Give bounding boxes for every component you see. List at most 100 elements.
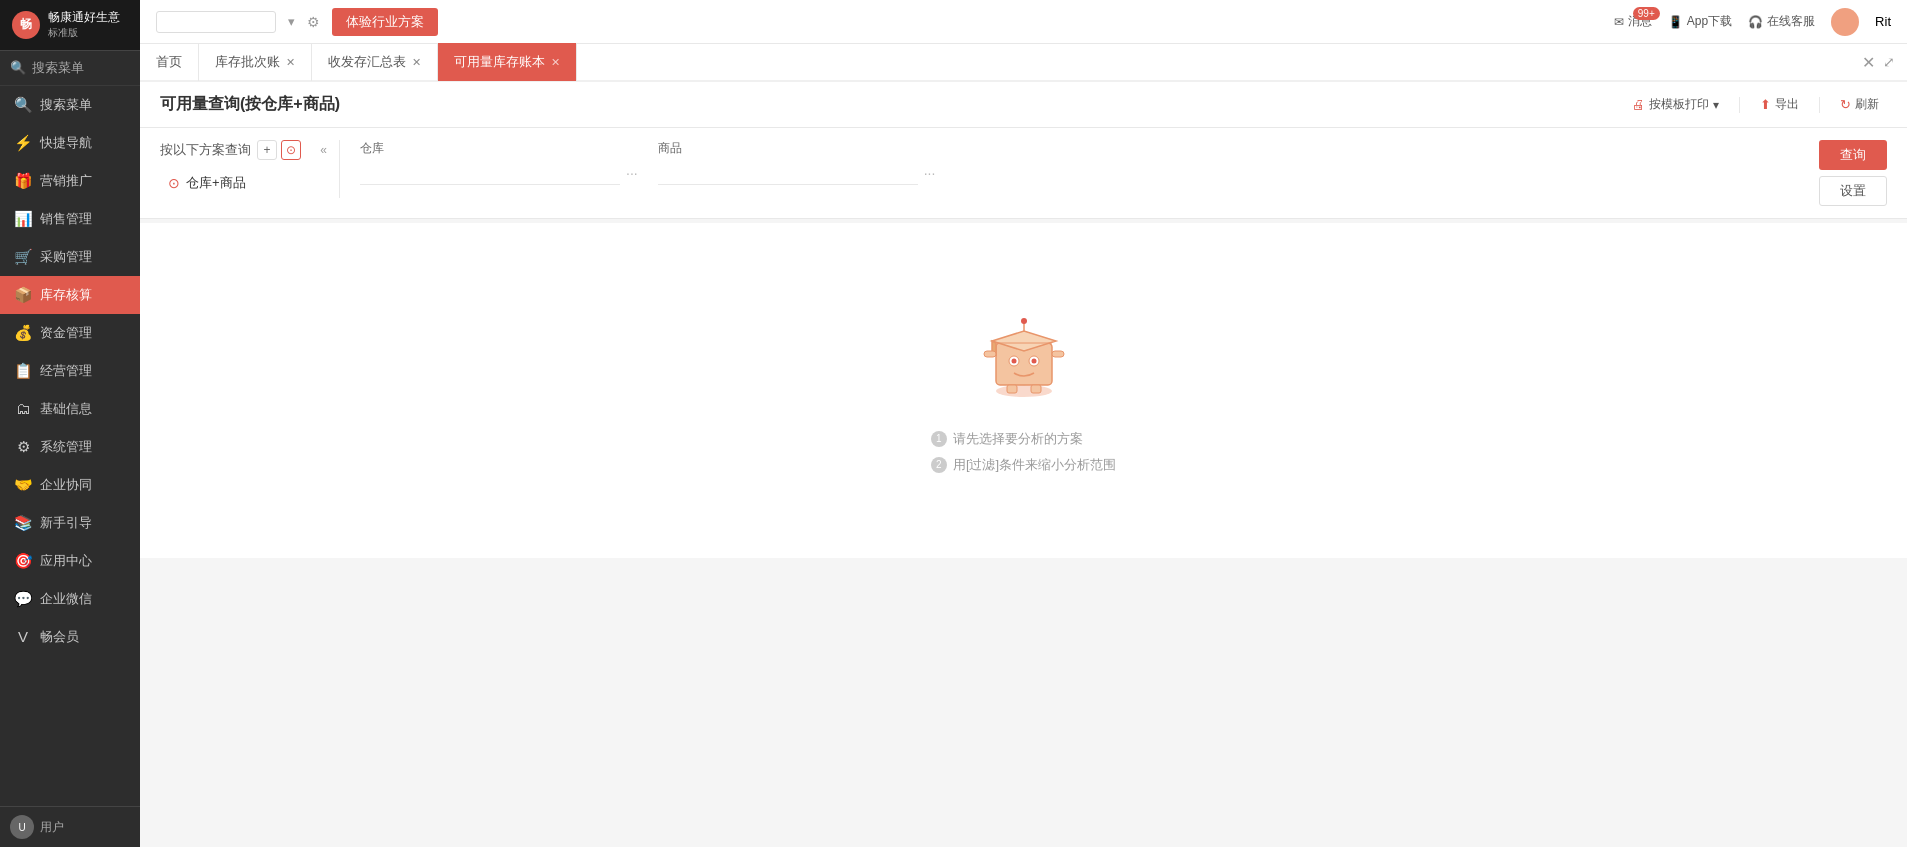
sidebar-item-finance[interactable]: 💰资金管理 (0, 314, 140, 352)
sidebar: 畅 畅康通好生意 标准版 🔍 搜索菜单 🔍搜索菜单⚡快捷导航🎁营销推广📊销售管理… (0, 0, 140, 847)
sidebar-item-label-system: 系统管理 (40, 438, 92, 456)
tab-close-icon-2[interactable]: ✕ (412, 56, 421, 69)
sidebar-header: 畅 畅康通好生意 标准版 (0, 0, 140, 51)
sidebar-item-label-operation: 经营管理 (40, 362, 92, 380)
purchase-icon: 🛒 (14, 248, 32, 266)
chevron-down-icon[interactable]: ▾ (288, 14, 295, 29)
tabs-right: ✕ ⤢ (1862, 53, 1907, 72)
sidebar-item-purchase[interactable]: 🛒采购管理 (0, 238, 140, 276)
print-label: 按模板打印 (1649, 96, 1709, 113)
svg-rect-11 (1007, 385, 1017, 393)
filter-scheme-header: 按以下方案查询 + ⊙ « (160, 140, 327, 160)
svg-point-0 (996, 385, 1052, 397)
gear-icon[interactable]: ⚙ (307, 14, 320, 30)
tab-label-3: 可用量库存账本 (454, 53, 545, 71)
tab-close-icon-1[interactable]: ✕ (286, 56, 295, 69)
svg-rect-10 (1052, 351, 1064, 357)
sidebar-item-basic[interactable]: 🗂 基础信息 (0, 390, 140, 428)
sidebar-item-label-app-center: 应用中心 (40, 552, 92, 570)
message-button[interactable]: ✉ 消息 99+ (1614, 13, 1652, 30)
sidebar-item-wechat[interactable]: 💬 企业微信 (0, 580, 140, 618)
tab-0[interactable]: 首页 (140, 43, 199, 81)
sidebar-item-sales[interactable]: 📊销售管理 (0, 200, 140, 238)
sidebar-item-inventory[interactable]: 📦库存核算 (0, 276, 140, 314)
scheme-item-warehouse-goods[interactable]: ⊙ 仓库+商品 (160, 168, 327, 198)
sidebar-title: 畅康通好生意 (48, 10, 120, 26)
sidebar-bottom: U 用户 (0, 806, 140, 847)
sidebar-item-operation[interactable]: 📋经营管理 (0, 352, 140, 390)
refresh-button[interactable]: ↻ 刷新 (1832, 92, 1887, 117)
wechat-icon: 💬 (14, 590, 32, 608)
tabs-bar: 首页库存批次账✕收发存汇总表✕ 可用量库存账本 ✕ ✕ ⤢ (140, 44, 1907, 82)
sidebar-item-label-newbie: 新手引导 (40, 514, 92, 532)
query-btn-area: 查询 设置 (1799, 140, 1887, 206)
goods-more-icon[interactable]: ··· (924, 165, 936, 181)
basic-icon: 🗂 (14, 400, 32, 417)
empty-state: 1 请先选择要分析的方案 2 用[过滤]条件来缩小分析范围 (140, 223, 1907, 558)
sidebar-item-app-center[interactable]: 🎯应用中心 (0, 542, 140, 580)
service-button[interactable]: 🎧 在线客服 (1748, 13, 1815, 30)
filter-scheme-label: 按以下方案查询 (160, 141, 251, 159)
printer-icon: 🖨 (1632, 97, 1645, 112)
collapse-icon[interactable]: « (320, 143, 327, 157)
tab-1[interactable]: 库存批次账✕ (199, 43, 312, 81)
print-button[interactable]: 🖨 按模板打印 ▾ (1624, 92, 1727, 117)
tip-text-2: 用[过滤]条件来缩小分析范围 (953, 452, 1116, 478)
sidebar-item-search[interactable]: 🔍搜索菜单 (0, 86, 140, 124)
page-title: 可用量查询(按仓库+商品) (160, 94, 340, 115)
sidebar-search[interactable]: 🔍 搜索菜单 (0, 51, 140, 86)
svg-point-8 (1031, 359, 1036, 364)
app-download-button[interactable]: 📱 App下载 (1668, 13, 1732, 30)
newbie-icon: 📚 (14, 514, 32, 532)
scheme-add-button[interactable]: + (257, 140, 277, 160)
user-avatar-topbar[interactable] (1831, 8, 1859, 36)
filter-area: 按以下方案查询 + ⊙ « ⊙ 仓库+商品 仓库 ·· (140, 128, 1907, 219)
sidebar-item-label-basic: 基础信息 (40, 400, 92, 418)
query-button[interactable]: 查询 (1819, 140, 1887, 170)
page-header-actions: 🖨 按模板打印 ▾ ⬆ 导出 ↻ 刷新 (1624, 92, 1887, 117)
scheme-settings-button[interactable]: ⊙ (281, 140, 301, 160)
warehouse-input[interactable] (360, 161, 620, 185)
empty-icon-area (974, 303, 1074, 406)
refresh-icon: ↻ (1840, 97, 1851, 112)
sidebar-item-quick-nav[interactable]: ⚡快捷导航 (0, 124, 140, 162)
tab-close-all-button[interactable]: ✕ (1862, 53, 1875, 72)
tab-expand-button[interactable]: ⤢ (1883, 54, 1895, 70)
goods-input[interactable] (658, 161, 918, 185)
tab-label-0: 首页 (156, 53, 182, 71)
trial-button[interactable]: 体验行业方案 (332, 8, 438, 36)
sidebar-item-member[interactable]: V畅会员 (0, 618, 140, 656)
app-label: App下载 (1687, 13, 1732, 30)
topbar-input[interactable] (156, 11, 276, 33)
sidebar-user[interactable]: U 用户 (10, 815, 130, 839)
warehouse-more-icon[interactable]: ··· (626, 165, 638, 181)
filter-field-goods: 商品 ··· (658, 140, 936, 185)
message-icon: ✉ (1614, 15, 1624, 29)
sidebar-item-marketing[interactable]: 🎁营销推广 (0, 162, 140, 200)
sidebar-item-system[interactable]: ⚙系统管理 (0, 428, 140, 466)
page-header: 可用量查询(按仓库+商品) 🖨 按模板打印 ▾ ⬆ 导出 ↻ 刷新 (140, 82, 1907, 128)
mobile-icon: 📱 (1668, 15, 1683, 29)
svg-rect-9 (984, 351, 996, 357)
breadcrumb (156, 11, 276, 33)
sidebar-item-enterprise[interactable]: 🤝企业协同 (0, 466, 140, 504)
message-badge: 99+ (1633, 7, 1660, 20)
sidebar-item-label-quick-nav: 快捷导航 (40, 134, 92, 152)
tip-row-1: 1 请先选择要分析的方案 (931, 426, 1116, 452)
sidebar-item-label-sales: 销售管理 (40, 210, 92, 228)
empty-tips: 1 请先选择要分析的方案 2 用[过滤]条件来缩小分析范围 (931, 426, 1116, 478)
warehouse-label: 仓库 (360, 140, 638, 157)
sidebar-nav: 🔍搜索菜单⚡快捷导航🎁营销推广📊销售管理🛒采购管理📦库存核算💰资金管理📋经营管理… (0, 86, 140, 806)
sidebar-item-newbie[interactable]: 📚 新手引导 (0, 504, 140, 542)
sidebar-item-label-finance: 资金管理 (40, 324, 92, 342)
settings-button[interactable]: 设置 (1819, 176, 1887, 206)
service-label: 在线客服 (1767, 13, 1815, 30)
tab-3[interactable]: 可用量库存账本 ✕ (438, 43, 577, 81)
export-button[interactable]: ⬆ 导出 (1752, 92, 1807, 117)
sidebar-item-label-wechat: 企业微信 (40, 590, 92, 608)
tab-close-icon-3[interactable]: ✕ (551, 56, 560, 69)
sidebar-subtitle: 标准版 (48, 26, 120, 40)
inventory-icon: 📦 (14, 286, 32, 304)
svg-point-14 (1021, 318, 1027, 324)
tab-2[interactable]: 收发存汇总表✕ (312, 43, 438, 81)
